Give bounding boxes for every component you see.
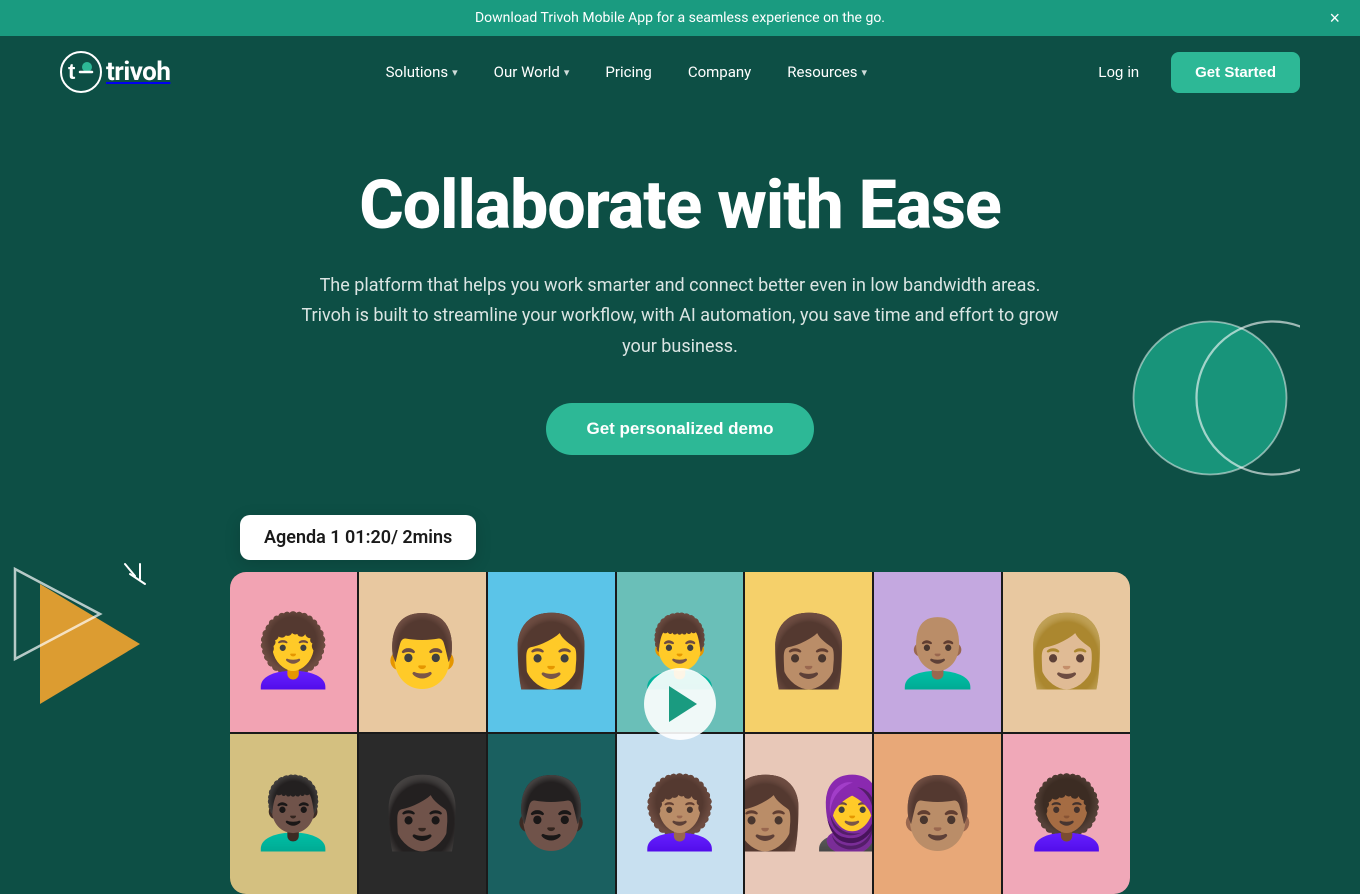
login-button[interactable]: Log in [1082,56,1155,89]
get-started-button[interactable]: Get Started [1171,52,1300,93]
chevron-down-icon: ▾ [452,66,458,79]
nav-item-solutions[interactable]: Solutions ▾ [372,55,472,89]
hero-title: Collaborate with Ease [40,168,1320,243]
nav-pricing-label: Pricing [605,63,651,81]
video-grid: 👩‍🦱 👨 👩 👨‍🦱 👩🏽 [230,572,1130,894]
participant-cell: 👨🏿 [488,734,615,894]
logo: t trivoh [60,51,170,93]
nav-solutions-label: Solutions [386,63,449,81]
banner-text: Download Trivoh Mobile App for a seamles… [475,10,885,26]
participant-cell: 👩‍🦱 [230,572,357,732]
logo-link[interactable]: t trivoh [60,51,170,93]
nav-company-label: Company [688,63,751,81]
nav-actions: Log in Get Started [1082,52,1300,93]
participant-cell: 👩🏾‍🦱 [1003,734,1130,894]
logo-text: trivoh [106,57,170,87]
agenda-badge: Agenda 1 01:20/ 2mins [240,515,476,560]
participant-cell: 👨🏿‍🦱 [230,734,357,894]
nav-our-world-label: Our World [494,63,560,81]
participant-cell: 👩🏽‍🦱 [617,734,744,894]
participant-cell: 👩🏽 [745,572,872,732]
participant-cell: 👨🏽‍🦲 [874,572,1001,732]
participant-cell: 👩🏿 [359,734,486,894]
participant-cell: 👨 [359,572,486,732]
nav-resources-label: Resources [787,63,857,81]
nav-item-resources[interactable]: Resources ▾ [773,55,881,89]
video-area: Agenda 1 01:20/ 2mins 👩‍🦱 👨 👩 [230,515,1130,894]
navbar: t trivoh Solutions ▾ Our World ▾ Pricing [0,36,1360,108]
participant-cell: 👩🏼 [1003,572,1130,732]
participant-cell: 👨🏽 [874,734,1001,894]
hero-section: Collaborate with Ease The platform that … [0,108,1360,894]
participant-cell: 👩🏽‍🧕 [745,734,872,894]
participant-cell: 👨‍🦱 [617,572,744,732]
decorative-triangle [0,554,160,714]
svg-text:t: t [68,59,76,84]
logo-icon: t [60,51,102,93]
nav-item-our-world[interactable]: Our World ▾ [480,55,584,89]
demo-button[interactable]: Get personalized demo [546,403,813,455]
chevron-down-icon: ▾ [564,66,570,79]
nav-item-company[interactable]: Company [674,55,765,89]
banner-close-button[interactable]: × [1329,9,1340,27]
chevron-down-icon: ▾ [862,66,868,79]
hero-subtitle: The platform that helps you work smarter… [300,271,1060,363]
nav-links: Solutions ▾ Our World ▾ Pricing Company … [372,55,881,89]
participant-cell: 👩 [488,572,615,732]
logo-area: t trivoh [60,51,170,93]
decorative-circle [1120,308,1300,488]
announcement-banner: Download Trivoh Mobile App for a seamles… [0,0,1360,36]
nav-item-pricing[interactable]: Pricing [591,55,665,89]
